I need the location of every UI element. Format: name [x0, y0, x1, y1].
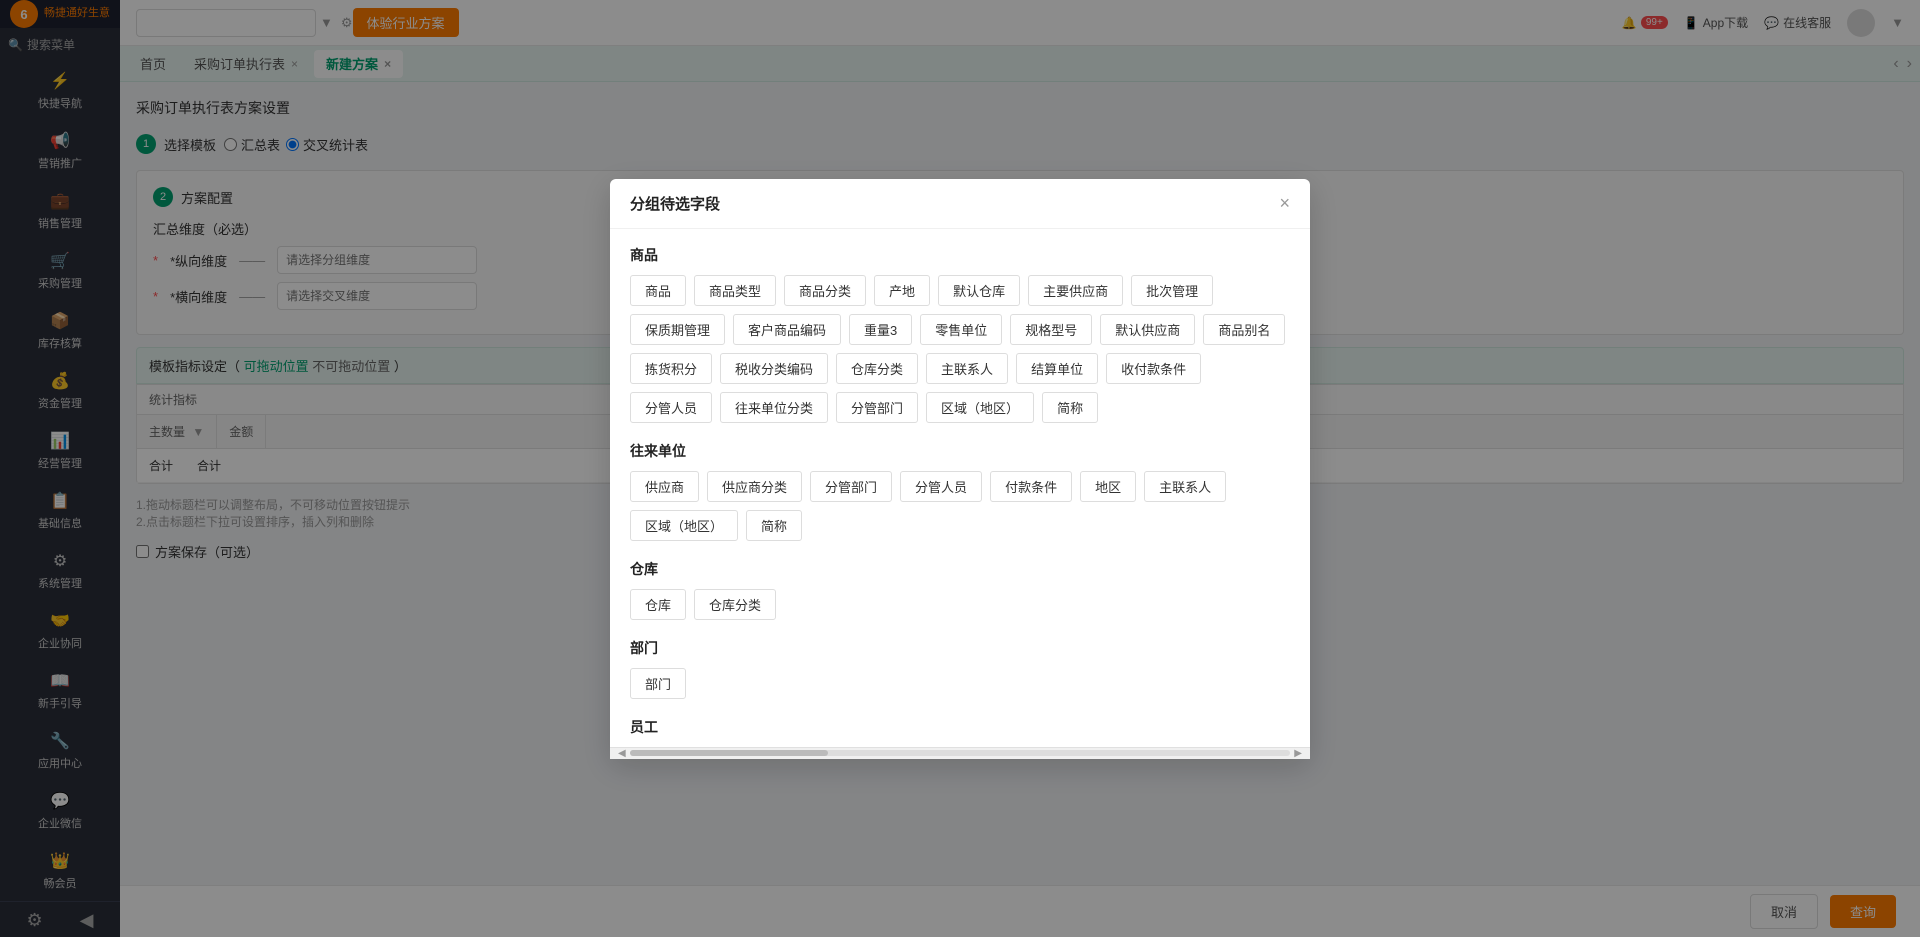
field-tag[interactable]: 区域（地区）: [630, 510, 738, 541]
field-tag[interactable]: 仓库: [630, 589, 686, 620]
section-warehouse-title: 仓库: [630, 559, 1290, 579]
field-tag[interactable]: 分管人员: [900, 471, 982, 502]
section-warehouse: 仓库 仓库仓库分类: [630, 559, 1290, 620]
field-tag[interactable]: 简称: [1042, 392, 1098, 423]
field-tag[interactable]: 保质期管理: [630, 314, 725, 345]
field-tag[interactable]: 结算单位: [1016, 353, 1098, 384]
h-scroll-right-icon[interactable]: ▶: [1290, 748, 1306, 759]
field-tag[interactable]: 主要供应商: [1028, 275, 1123, 306]
field-tag[interactable]: 主联系人: [1144, 471, 1226, 502]
field-select-modal: 分组待选字段 × 商品 商品商品类型商品分类产地默认仓库主要供应商批次管理保质期…: [610, 179, 1310, 759]
field-tag[interactable]: 默认供应商: [1100, 314, 1195, 345]
modal-title: 分组待选字段: [630, 193, 720, 214]
field-tag[interactable]: 主联系人: [926, 353, 1008, 384]
field-tag[interactable]: 拣货积分: [630, 353, 712, 384]
field-tag[interactable]: 商品: [630, 275, 686, 306]
h-scrollbar-thumb[interactable]: [630, 750, 828, 756]
field-tag[interactable]: 仓库分类: [694, 589, 776, 620]
field-tag[interactable]: 区域（地区）: [926, 392, 1034, 423]
field-tag[interactable]: 往来单位分类: [720, 392, 828, 423]
field-tag[interactable]: 批次管理: [1131, 275, 1213, 306]
field-tag[interactable]: 分管部门: [836, 392, 918, 423]
field-tag[interactable]: 默认仓库: [938, 275, 1020, 306]
modal-close-button[interactable]: ×: [1279, 193, 1290, 214]
field-tag[interactable]: 供应商: [630, 471, 699, 502]
h-scrollbar-track: [630, 750, 1291, 756]
section-dept: 部门 部门: [630, 638, 1290, 699]
section-partner-title: 往来单位: [630, 441, 1290, 461]
field-tag[interactable]: 税收分类编码: [720, 353, 828, 384]
section-goods-fields: 商品商品类型商品分类产地默认仓库主要供应商批次管理保质期管理客户商品编码重量3 零…: [630, 275, 1290, 423]
field-tag[interactable]: 产地: [874, 275, 930, 306]
field-tag[interactable]: 地区: [1080, 471, 1136, 502]
h-scrollbar: ◀ ▶: [610, 747, 1310, 759]
field-tag[interactable]: 付款条件: [990, 471, 1072, 502]
section-staff-title: 员工: [630, 717, 1290, 737]
section-warehouse-fields: 仓库仓库分类: [630, 589, 1290, 620]
section-goods: 商品 商品商品类型商品分类产地默认仓库主要供应商批次管理保质期管理客户商品编码重…: [630, 245, 1290, 423]
field-tag[interactable]: 商品分类: [784, 275, 866, 306]
h-scroll-left-icon[interactable]: ◀: [614, 748, 630, 759]
field-tag[interactable]: 零售单位: [920, 314, 1002, 345]
modal-overlay: 分组待选字段 × 商品 商品商品类型商品分类产地默认仓库主要供应商批次管理保质期…: [0, 0, 1920, 937]
field-tag[interactable]: 商品别名: [1203, 314, 1285, 345]
modal-body: 商品 商品商品类型商品分类产地默认仓库主要供应商批次管理保质期管理客户商品编码重…: [610, 229, 1310, 747]
field-tag[interactable]: 分管部门: [810, 471, 892, 502]
field-tag[interactable]: 供应商分类: [707, 471, 802, 502]
field-tag[interactable]: 仓库分类: [836, 353, 918, 384]
field-tag[interactable]: 收付款条件: [1106, 353, 1201, 384]
section-goods-title: 商品: [630, 245, 1290, 265]
section-partner: 往来单位 供应商供应商分类分管部门分管人员付款条件地区主联系人区域（地区） 简称: [630, 441, 1290, 541]
field-tag[interactable]: 商品类型: [694, 275, 776, 306]
field-tag[interactable]: 重量3: [849, 314, 912, 345]
section-dept-title: 部门: [630, 638, 1290, 658]
field-tag[interactable]: 简称: [746, 510, 802, 541]
section-dept-fields: 部门: [630, 668, 1290, 699]
field-tag[interactable]: 客户商品编码: [733, 314, 841, 345]
section-partner-fields: 供应商供应商分类分管部门分管人员付款条件地区主联系人区域（地区） 简称: [630, 471, 1290, 541]
field-tag[interactable]: 规格型号: [1010, 314, 1092, 345]
field-tag[interactable]: 部门: [630, 668, 686, 699]
section-staff: 员工 业务员: [630, 717, 1290, 747]
field-tag[interactable]: 分管人员: [630, 392, 712, 423]
modal-header: 分组待选字段 ×: [610, 179, 1310, 229]
